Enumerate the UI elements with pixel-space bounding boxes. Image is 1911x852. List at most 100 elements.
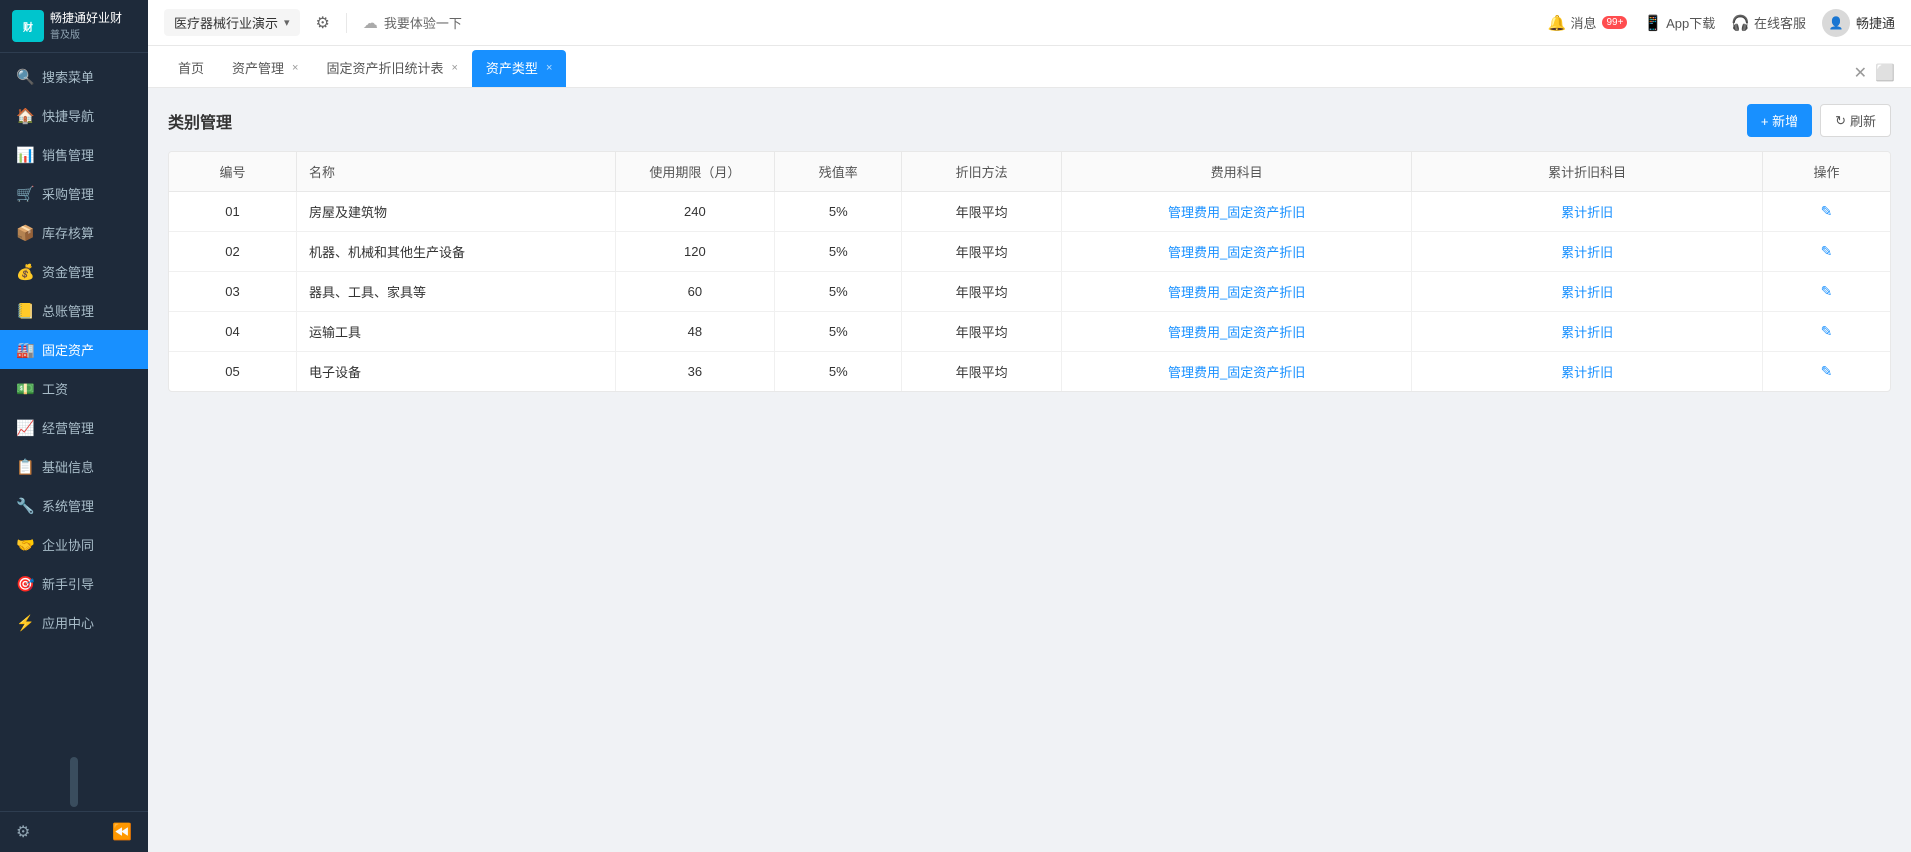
- app-logo-icon: 财: [12, 10, 44, 42]
- sidebar-item-purchase[interactable]: 🛒采购管理: [0, 174, 148, 213]
- customer-service-label: 在线客服: [1754, 13, 1806, 32]
- window-controls: ✕ ⬜: [1854, 63, 1895, 87]
- system-icon: 🔧: [16, 497, 34, 515]
- table: 编号 名称 使用期限（月） 残值率 折旧方法 费用科目 累计折旧科目 操作 01…: [169, 152, 1890, 391]
- cell-residual-3: 5%: [775, 312, 902, 352]
- cell-code-4: 05: [169, 352, 296, 392]
- refresh-label: 刷新: [1850, 111, 1876, 130]
- tab-depreciation[interactable]: 固定资产折旧统计表 ×: [312, 50, 471, 87]
- edit-icon-2[interactable]: ✎: [1821, 283, 1833, 299]
- tab-asset-type[interactable]: 资产类型 ×: [472, 50, 566, 87]
- col-header-action: 操作: [1762, 152, 1890, 192]
- col-header-period: 使用期限（月）: [615, 152, 774, 192]
- cell-expense-0: 管理费用_固定资产折旧: [1061, 192, 1412, 232]
- cell-residual-4: 5%: [775, 352, 902, 392]
- sidebar-item-label: 工资: [42, 379, 68, 398]
- search-icon: 🔍: [16, 68, 34, 86]
- ledger-icon: 📒: [16, 302, 34, 320]
- app-selector-label: 医疗器械行业演示: [174, 13, 278, 32]
- settings-icon[interactable]: ⚙: [16, 822, 30, 842]
- sidebar-item-operations[interactable]: 📈经营管理: [0, 408, 148, 447]
- user-menu[interactable]: 👤 畅捷通: [1822, 9, 1895, 37]
- col-header-name: 名称: [296, 152, 615, 192]
- tab-asset-mgmt-close[interactable]: ×: [292, 62, 298, 74]
- category-table: 编号 名称 使用期限（月） 残值率 折旧方法 费用科目 累计折旧科目 操作 01…: [168, 151, 1891, 392]
- edit-icon-4[interactable]: ✎: [1821, 363, 1833, 379]
- edit-icon-3[interactable]: ✎: [1821, 323, 1833, 339]
- sidebar-item-funds[interactable]: 💰资金管理: [0, 252, 148, 291]
- app-download-btn[interactable]: 📱 App下载: [1643, 13, 1715, 32]
- app-selector[interactable]: 医疗器械行业演示 ▾: [164, 9, 300, 36]
- close-window-icon[interactable]: ✕: [1854, 63, 1867, 83]
- customer-service-btn[interactable]: 🎧 在线客服: [1731, 13, 1806, 32]
- sidebar-item-enterprise[interactable]: 🤝企业协同: [0, 525, 148, 564]
- bell-icon: 🔔: [1548, 14, 1567, 32]
- sidebar-item-payroll[interactable]: 💵工资: [0, 369, 148, 408]
- refresh-button[interactable]: ↻ 刷新: [1820, 104, 1891, 137]
- cell-expense-4: 管理费用_固定资产折旧: [1061, 352, 1412, 392]
- sidebar-item-system[interactable]: 🔧 系统管理: [0, 486, 148, 525]
- sidebar-nav: 🔍搜索菜单🏠快捷导航 📊 销售管理 🛒采购管理📦库存核算💰资金管理📒总账管理🏭固定资产…: [0, 53, 148, 753]
- col-header-residual: 残值率: [775, 152, 902, 192]
- sidebar-item-label: 基础信息: [42, 457, 94, 476]
- headset-icon: 🎧: [1731, 14, 1750, 32]
- cell-cumulative-3: 累计折旧: [1412, 312, 1763, 352]
- maximize-window-icon[interactable]: ⬜: [1875, 63, 1895, 83]
- cell-residual-2: 5%: [775, 272, 902, 312]
- header-row: 编号 名称 使用期限（月） 残值率 折旧方法 费用科目 累计折旧科目 操作: [169, 152, 1890, 192]
- sidebar-item-fixed-assets[interactable]: 🏭固定资产: [0, 330, 148, 369]
- sidebar-item-label: 资金管理: [42, 262, 94, 281]
- sidebar-item-label: 系统管理: [42, 496, 94, 515]
- experience-btn[interactable]: ☁ 我要体验一下: [363, 13, 462, 32]
- sidebar-item-search[interactable]: 🔍搜索菜单: [0, 57, 148, 96]
- cell-name-4: 电子设备: [296, 352, 615, 392]
- sidebar-item-ledger[interactable]: 📒总账管理: [0, 291, 148, 330]
- table-body: 01 房屋及建筑物 240 5% 年限平均 管理费用_固定资产折旧 累计折旧 ✎…: [169, 192, 1890, 392]
- collapse-icon[interactable]: ⏪: [112, 822, 132, 842]
- tab-home[interactable]: 首页: [164, 50, 218, 87]
- cell-name-0: 房屋及建筑物: [296, 192, 615, 232]
- notification-label: 消息: [1570, 13, 1596, 32]
- content-area: 类别管理 + 新增 ↻ 刷新 编号 名称 使用期限（月） 残值率 折旧方法: [148, 88, 1911, 852]
- col-header-method: 折旧方法: [902, 152, 1061, 192]
- sidebar-item-label: 库存核算: [42, 223, 94, 242]
- sidebar-item-basic-info[interactable]: 📋 基础信息: [0, 447, 148, 486]
- tab-asset-type-close[interactable]: ×: [546, 62, 552, 74]
- sidebar-item-label: 销售管理: [42, 145, 94, 164]
- page-header: 类别管理 + 新增 ↻ 刷新: [168, 104, 1891, 137]
- table-row: 01 房屋及建筑物 240 5% 年限平均 管理费用_固定资产折旧 累计折旧 ✎: [169, 192, 1890, 232]
- edit-icon-1[interactable]: ✎: [1821, 243, 1833, 259]
- avatar: 👤: [1822, 9, 1850, 37]
- sidebar-item-app-center[interactable]: ⚡应用中心: [0, 603, 148, 642]
- cell-action-3: ✎: [1762, 312, 1890, 352]
- cell-method-1: 年限平均: [902, 232, 1061, 272]
- cell-method-2: 年限平均: [902, 272, 1061, 312]
- tabbar: 首页 资产管理 × 固定资产折旧统计表 × 资产类型 × ✕ ⬜: [148, 46, 1911, 88]
- edit-icon-0[interactable]: ✎: [1821, 203, 1833, 219]
- gear-icon[interactable]: ⚙: [316, 13, 330, 33]
- quick-nav-icon: 🏠: [16, 107, 34, 125]
- basic-info-icon: 📋: [16, 458, 34, 476]
- sidebar-item-quick-nav[interactable]: 🏠快捷导航: [0, 96, 148, 135]
- cell-name-3: 运输工具: [296, 312, 615, 352]
- new-button[interactable]: + 新增: [1747, 104, 1812, 137]
- cell-code-1: 02: [169, 232, 296, 272]
- tab-depreciation-close[interactable]: ×: [451, 62, 457, 74]
- table-row: 02 机器、机械和其他生产设备 120 5% 年限平均 管理费用_固定资产折旧 …: [169, 232, 1890, 272]
- refresh-icon: ↻: [1835, 113, 1846, 129]
- sidebar-item-inventory[interactable]: 📦库存核算: [0, 213, 148, 252]
- cell-method-3: 年限平均: [902, 312, 1061, 352]
- cell-action-1: ✎: [1762, 232, 1890, 272]
- cell-code-2: 03: [169, 272, 296, 312]
- notification-btn[interactable]: 🔔 消息 99+: [1548, 13, 1628, 32]
- col-header-code: 编号: [169, 152, 296, 192]
- cell-code-0: 01: [169, 192, 296, 232]
- tab-asset-mgmt[interactable]: 资产管理 ×: [218, 50, 312, 87]
- sidebar-item-beginner[interactable]: 🎯新手引导: [0, 564, 148, 603]
- table-row: 05 电子设备 36 5% 年限平均 管理费用_固定资产折旧 累计折旧 ✎: [169, 352, 1890, 392]
- divider: [346, 13, 347, 33]
- topbar: 医疗器械行业演示 ▾ ⚙ ☁ 我要体验一下 🔔 消息 99+ 📱 App下载 🎧…: [148, 0, 1911, 46]
- chevron-down-icon: ▾: [284, 16, 290, 29]
- sales-icon: 📊: [16, 146, 34, 164]
- sidebar-item-sales[interactable]: 📊 销售管理: [0, 135, 148, 174]
